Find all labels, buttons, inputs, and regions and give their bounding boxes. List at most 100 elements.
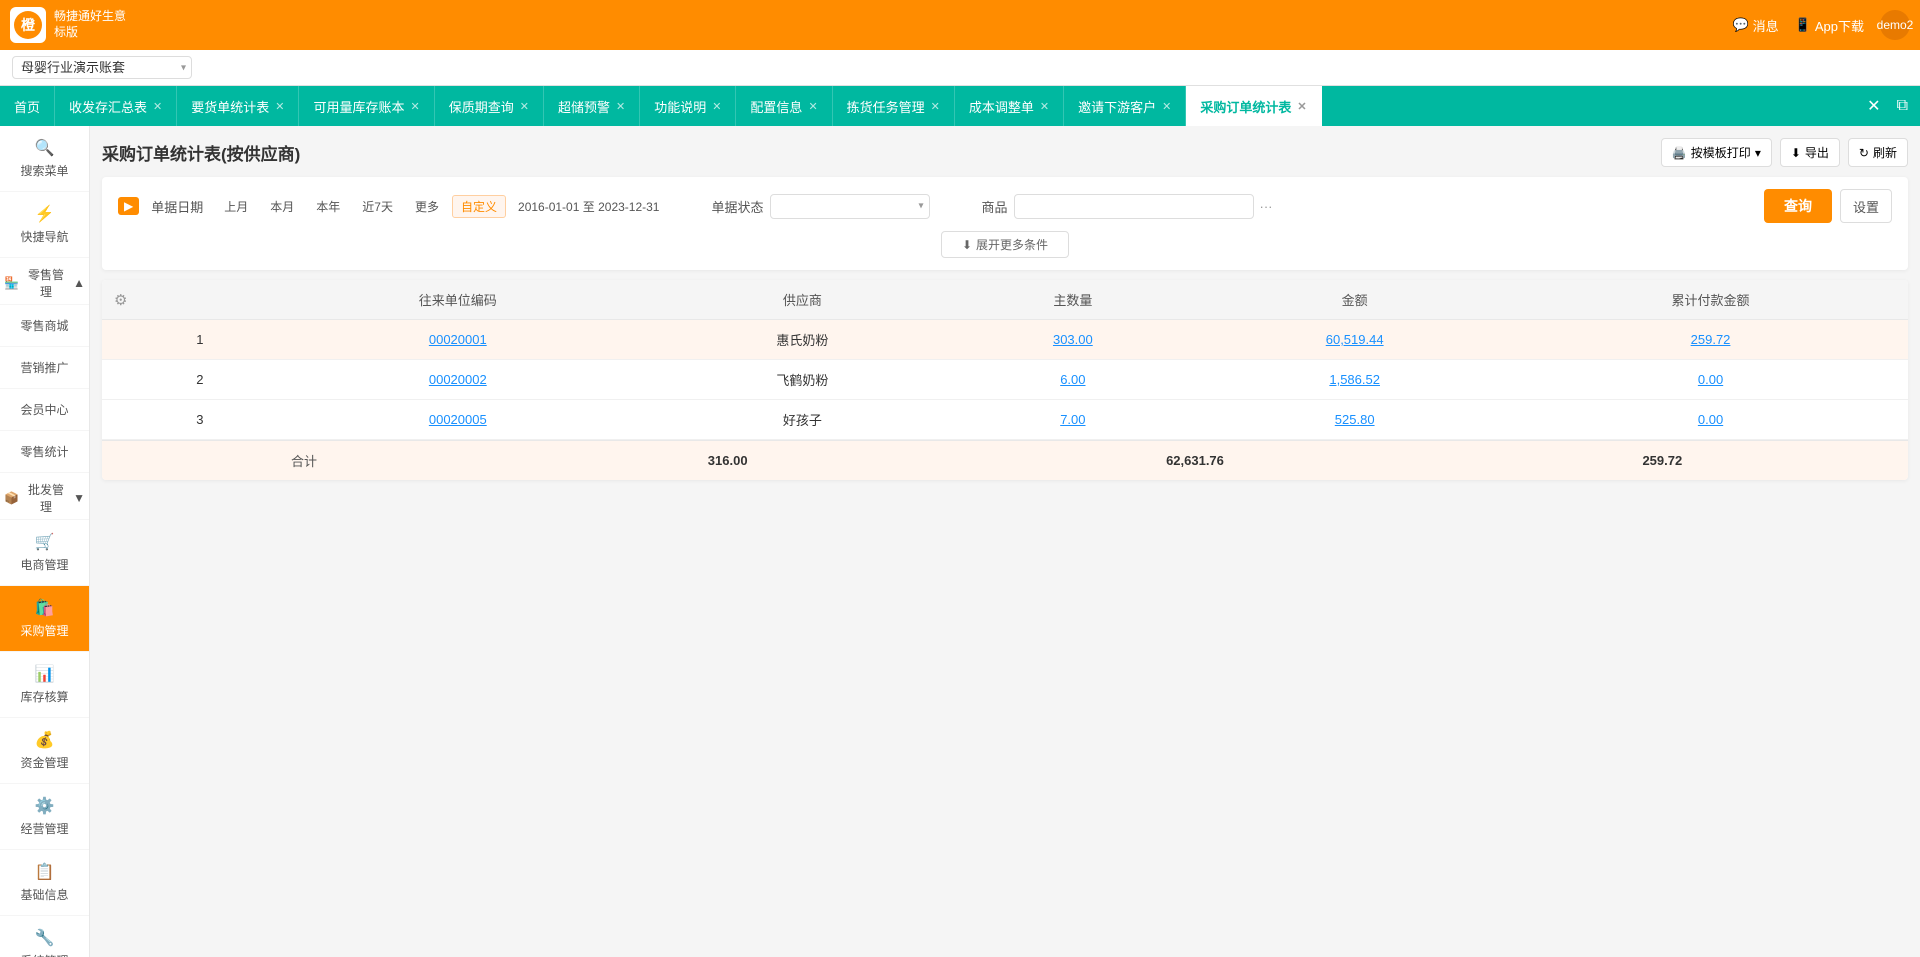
row3-seq: 3	[139, 400, 260, 440]
row3-unit-code-link[interactable]: 00020005	[429, 412, 487, 427]
close-tab-available-stock[interactable]: ✕	[411, 100, 420, 113]
row3-paid-link[interactable]: 0.00	[1698, 412, 1723, 427]
row3-paid: 0.00	[1513, 400, 1908, 440]
row2-qty-link[interactable]: 6.00	[1060, 372, 1085, 387]
row1-unit-code-link[interactable]: 00020001	[429, 332, 487, 347]
close-tab-expiry-query[interactable]: ✕	[520, 100, 529, 113]
row2-amount-link[interactable]: 1,586.52	[1329, 372, 1380, 387]
sidebar-item-retail-shop[interactable]: 零售商城	[0, 305, 89, 347]
chip-this-month[interactable]: 本月	[261, 195, 303, 218]
row3-amount-link[interactable]: 525.80	[1335, 412, 1375, 427]
org-selector-wrap: 母婴行业演示账套 ▾	[12, 56, 192, 79]
expand-more-button[interactable]: ⬇ 展开更多条件	[941, 231, 1069, 258]
query-button[interactable]: 查询	[1764, 189, 1832, 223]
more-options-icon[interactable]: ···	[1260, 199, 1273, 214]
seq-col-header	[139, 280, 260, 320]
table-row: 2 00020002 飞鹤奶粉 6.00 1,586.52 0.00	[102, 360, 1908, 400]
close-tab-receive-summary[interactable]: ✕	[153, 100, 162, 113]
brand-bar: 橙 畅捷通好生意 标版 💬 消息 📱 App下载 demo2	[0, 0, 1920, 50]
row3-qty-link[interactable]: 7.00	[1060, 412, 1085, 427]
avatar[interactable]: demo2	[1880, 10, 1910, 40]
qty-col-header: 主数量	[949, 280, 1196, 320]
close-tab-order-summary[interactable]: ✕	[275, 100, 284, 113]
org-selector[interactable]: 母婴行业演示账套	[12, 56, 192, 79]
goods-input[interactable]	[1014, 194, 1254, 219]
sidebar-item-operation[interactable]: ⚙️ 经营管理	[0, 784, 89, 850]
data-table-wrap: ⚙ 往来单位编码 供应商 主数量 金额 累计付款金额 1	[102, 280, 1908, 480]
search-icon: 🔍	[35, 138, 55, 158]
finance-icon: 💰	[35, 730, 55, 750]
chip-more[interactable]: 更多	[406, 195, 448, 218]
footer-qty: 316.00	[494, 453, 961, 468]
export-button[interactable]: ⬇ 导出	[1780, 138, 1840, 167]
status-selector[interactable]	[770, 194, 930, 219]
row2-qty: 6.00	[949, 360, 1196, 400]
status-label: 单据状态	[711, 197, 763, 216]
chip-this-year[interactable]: 本年	[307, 195, 349, 218]
row1-paid: 259.72	[1513, 320, 1908, 360]
close-all-tabs-icon[interactable]: ✕	[1863, 92, 1884, 120]
tab-expiry-query[interactable]: 保质期查询 ✕	[435, 86, 544, 126]
row1-supplier: 惠氏奶粉	[655, 320, 949, 360]
tab-excess-warning[interactable]: 超储预警 ✕	[544, 86, 640, 126]
print-button[interactable]: 🖨️ 按模板打印 ▾	[1661, 138, 1772, 167]
main-layout: 🔍 搜索菜单 ⚡ 快捷导航 🏪 零售管理 ▲ 零售商城 营销推广 会员中心 零售…	[0, 126, 1920, 957]
row1-amount: 60,519.44	[1196, 320, 1513, 360]
sidebar: 🔍 搜索菜单 ⚡ 快捷导航 🏪 零售管理 ▲ 零售商城 营销推广 会员中心 零售…	[0, 126, 90, 957]
app-download-button[interactable]: 📱 App下载	[1795, 16, 1864, 35]
sidebar-item-sys-mgmt[interactable]: 🔧 系统管理	[0, 916, 89, 957]
tab-purchase-stat[interactable]: 采购订单统计表 ✕	[1186, 86, 1321, 126]
tab-available-stock[interactable]: 可用量库存账本 ✕	[299, 86, 434, 126]
close-tab-excess-warning[interactable]: ✕	[616, 100, 625, 113]
column-settings-icon[interactable]: ⚙	[114, 292, 127, 309]
message-button[interactable]: 💬 消息	[1732, 16, 1778, 35]
tab-function-desc[interactable]: 功能说明 ✕	[640, 86, 736, 126]
restore-window-icon[interactable]: ⧉	[1893, 93, 1912, 119]
tab-invite-downstream[interactable]: 邀请下游客户 ✕	[1064, 86, 1186, 126]
close-tab-purchase-stat[interactable]: ✕	[1297, 100, 1306, 113]
refresh-button[interactable]: ↻ 刷新	[1848, 138, 1908, 167]
sidebar-item-search[interactable]: 🔍 搜索菜单	[0, 126, 89, 192]
row1-amount-link[interactable]: 60,519.44	[1326, 332, 1384, 347]
sidebar-item-retail-stat[interactable]: 零售统计	[0, 431, 89, 473]
row3-qty: 7.00	[949, 400, 1196, 440]
sidebar-item-inventory[interactable]: 📊 库存核算	[0, 652, 89, 718]
date-filter-label: 单据日期	[151, 197, 203, 216]
expand-more: ⬇ 展开更多条件	[118, 231, 1892, 258]
sidebar-item-marketing[interactable]: 营销推广	[0, 347, 89, 389]
tab-order-summary[interactable]: 要货单统计表 ✕	[177, 86, 299, 126]
close-tab-config-info[interactable]: ✕	[808, 100, 817, 113]
sidebar-item-member[interactable]: 会员中心	[0, 389, 89, 431]
chip-last-7days[interactable]: 近7天	[353, 195, 402, 218]
sidebar-item-ecommerce[interactable]: 🛒 电商管理	[0, 520, 89, 586]
ecommerce-icon: 🛒	[35, 532, 55, 552]
message-icon: 💬	[1732, 17, 1748, 33]
filter-toggle-arrow[interactable]: ▶	[118, 197, 139, 215]
sidebar-item-retail[interactable]: 🏪 零售管理 ▲	[0, 258, 89, 305]
row2-unit-code-link[interactable]: 00020002	[429, 372, 487, 387]
chip-custom[interactable]: 自定义	[452, 195, 506, 218]
row2-paid-link[interactable]: 0.00	[1698, 372, 1723, 387]
sidebar-item-shortcut[interactable]: ⚡ 快捷导航	[0, 192, 89, 258]
row1-paid-link[interactable]: 259.72	[1691, 332, 1731, 347]
tab-config-info[interactable]: 配置信息 ✕	[736, 86, 832, 126]
tab-cost-adjust[interactable]: 成本调整单 ✕	[955, 86, 1064, 126]
close-tab-invite-downstream[interactable]: ✕	[1162, 100, 1171, 113]
row1-qty-link[interactable]: 303.00	[1053, 332, 1093, 347]
sidebar-item-purchase[interactable]: 🛍️ 采购管理	[0, 586, 89, 652]
sidebar-item-finance[interactable]: 💰 资金管理	[0, 718, 89, 784]
row2-supplier: 飞鹤奶粉	[655, 360, 949, 400]
tab-receive-summary[interactable]: 收发存汇总表 ✕	[55, 86, 177, 126]
operation-icon: ⚙️	[35, 796, 55, 816]
close-tab-function-desc[interactable]: ✕	[712, 100, 721, 113]
paid-col-header: 累计付款金额	[1513, 280, 1908, 320]
tab-home[interactable]: 首页	[0, 86, 55, 126]
chip-last-month[interactable]: 上月	[215, 195, 257, 218]
setting-button[interactable]: 设置	[1840, 189, 1892, 223]
close-tab-picking-task[interactable]: ✕	[931, 100, 940, 113]
close-tab-cost-adjust[interactable]: ✕	[1040, 100, 1049, 113]
tab-picking-task[interactable]: 拣货任务管理 ✕	[833, 86, 955, 126]
export-icon: ⬇	[1791, 146, 1801, 160]
sidebar-item-wholesale[interactable]: 📦 批发管理 ▼	[0, 473, 89, 520]
sidebar-item-basic-info[interactable]: 📋 基础信息	[0, 850, 89, 916]
